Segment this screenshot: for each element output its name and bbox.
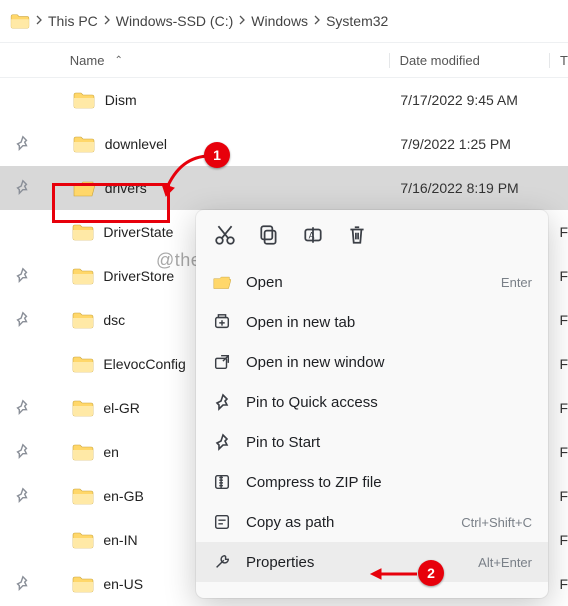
context-menu-item[interactable]: Open Enter [196,262,548,302]
breadcrumb-segment[interactable]: This PC [48,13,98,29]
breadcrumb-segment[interactable]: System32 [326,13,388,29]
context-menu-item-label: Open in new tab [246,314,532,331]
context-menu-iconbar: A [196,210,548,260]
context-menu-item-shortcut: Enter [501,275,532,290]
file-type: F [549,268,568,284]
pin-icon [14,267,30,286]
file-date: 7/16/2022 8:19 PM [390,180,558,196]
file-name: Dism [99,92,391,108]
column-header-type[interactable]: T [549,53,568,68]
column-header-row: Name ⌃ Date modified T [0,43,568,78]
file-row[interactable]: Dism7/17/2022 9:45 AM [0,78,568,122]
cut-icon[interactable] [214,224,236,246]
context-menu-item-label: Pin to Start [246,434,532,451]
copy-path-icon [212,512,232,532]
pin-icon [14,575,30,594]
breadcrumb-segment[interactable]: Windows-SSD (C:) [116,13,233,29]
annotation-arrow-2 [369,567,419,583]
column-header-date[interactable]: Date modified [389,53,549,68]
new-tab-icon [212,312,232,332]
folder-icon [68,311,97,329]
context-menu-item-label: Open in new window [246,354,532,371]
pin-icon [14,443,30,462]
delete-icon[interactable] [346,224,368,246]
folder-icon [68,355,97,373]
folder-icon [68,487,97,505]
folder-icon [69,135,99,153]
svg-text:A: A [309,230,315,240]
file-type: F [549,356,568,372]
folder-icon [68,575,97,593]
context-menu-item-shortcut: Alt+Enter [478,555,532,570]
pin-icon [14,179,30,198]
context-menu-item[interactable]: Copy as path Ctrl+Shift+C [196,502,548,542]
folder-icon [10,13,30,29]
context-menu-item[interactable]: Open in new window [196,342,548,382]
file-type: F [549,312,568,328]
pin-icon [212,432,232,452]
new-window-icon [212,352,232,372]
file-name: downlevel [99,136,391,152]
file-type: F [549,532,568,548]
context-menu-item[interactable]: Compress to ZIP file [196,462,548,502]
annotation-badge-1: 1 [204,142,230,168]
context-menu-item[interactable]: Open in new tab [196,302,548,342]
context-menu: A Open Enter Open in new tab Open in new wi… [196,210,548,598]
folder-icon [68,399,97,417]
file-type: F [549,444,568,460]
pin-icon [212,392,232,412]
file-date: 7/17/2022 9:45 AM [390,92,558,108]
rename-icon[interactable]: A [302,224,324,246]
chevron-right-icon [36,15,42,28]
pin-icon [14,399,30,418]
context-menu-item-label: Copy as path [246,514,447,531]
pin-icon [14,135,30,154]
folder-open-icon [212,272,232,292]
folder-icon [69,91,99,109]
file-type: F [549,488,568,504]
context-menu-item[interactable]: Pin to Quick access [196,382,548,422]
column-header-name[interactable]: Name ⌃ [56,53,389,68]
file-type: F [549,400,568,416]
file-type: F [549,224,568,240]
context-menu-item-shortcut: Ctrl+Shift+C [461,515,532,530]
context-menu-item[interactable]: Pin to Start [196,422,548,462]
folder-icon [68,531,97,549]
pin-icon [14,311,30,330]
breadcrumb-segment[interactable]: Windows [251,13,308,29]
pin-icon [14,487,30,506]
context-menu-item-label: Compress to ZIP file [246,474,532,491]
folder-icon [68,267,97,285]
file-date: 7/9/2022 1:25 PM [390,136,558,152]
folder-icon [68,223,97,241]
annotation-badge-2: 2 [418,560,444,586]
annotation-box-1 [52,183,170,223]
copy-icon[interactable] [258,224,280,246]
file-type: F [549,576,568,592]
context-menu-item-label: Open [246,274,487,291]
zip-icon [212,472,232,492]
sort-indicator-icon: ⌃ [114,55,122,66]
context-menu-item-label: Pin to Quick access [246,394,532,411]
chevron-right-icon [104,15,110,28]
folder-icon [68,443,97,461]
breadcrumb[interactable]: This PC Windows-SSD (C:) Windows System3… [0,0,568,43]
chevron-right-icon [239,15,245,28]
wrench-icon [212,552,232,572]
file-row[interactable]: downlevel7/9/2022 1:25 PM [0,122,568,166]
chevron-right-icon [314,15,320,28]
